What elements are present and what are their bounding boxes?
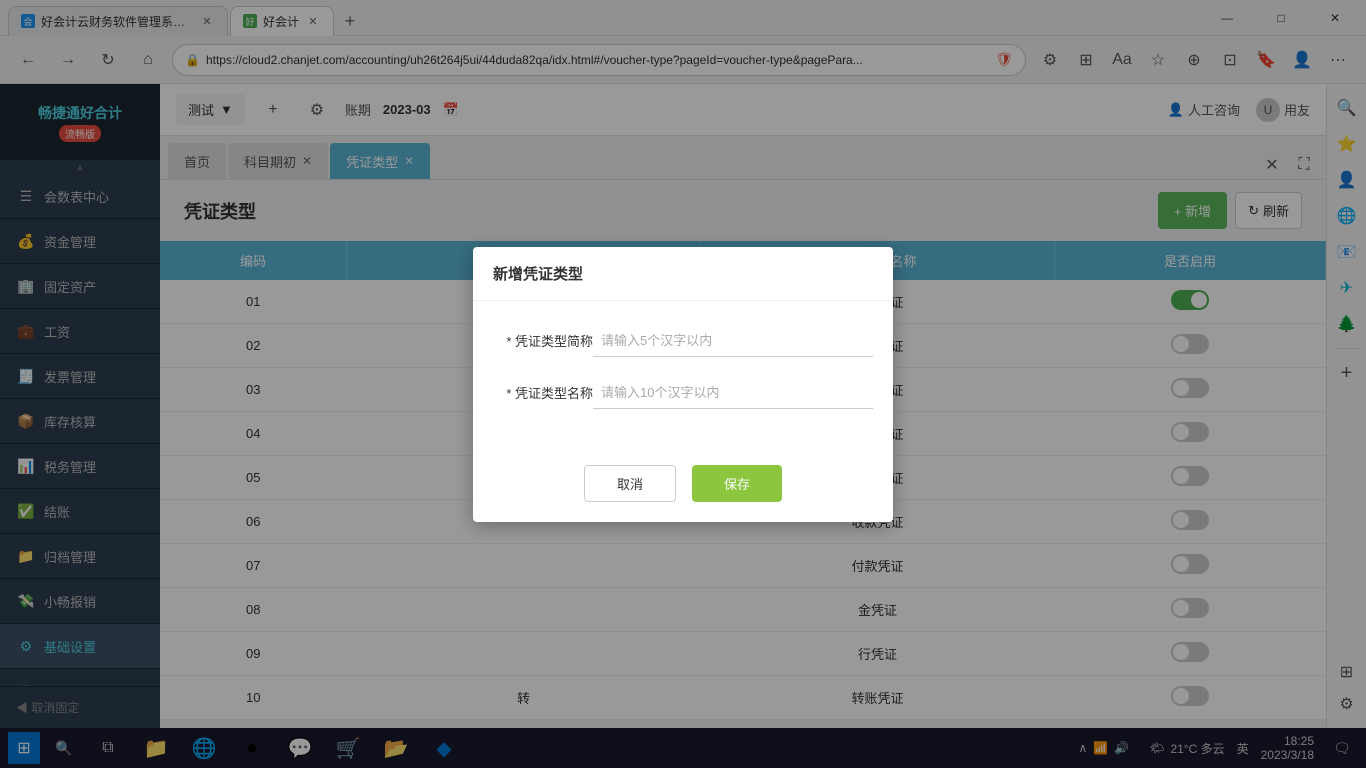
save-button[interactable]: 保存: [692, 465, 782, 502]
browser-frame: 会 好会计云财务软件管理系统_会计 ✕ 好 好会计 ✕ + — □ ✕ ← → …: [0, 0, 1366, 768]
modal-title: 新增凭证类型: [493, 266, 583, 283]
short-input[interactable]: [593, 325, 873, 357]
name-label: * 凭证类型名称: [493, 383, 593, 402]
form-row-short: * 凭证类型简称: [493, 325, 873, 357]
cancel-button[interactable]: 取消: [584, 465, 676, 502]
name-input[interactable]: [593, 377, 873, 409]
add-voucher-modal: 新增凭证类型 * 凭证类型简称 * 凭证类型名称 取消 保存: [473, 247, 893, 522]
modal-overlay: 新增凭证类型 * 凭证类型简称 * 凭证类型名称 取消 保存: [0, 0, 1366, 768]
modal-footer: 取消 保存: [473, 453, 893, 522]
short-label: * 凭证类型简称: [493, 331, 593, 350]
modal-body: * 凭证类型简称 * 凭证类型名称: [473, 301, 893, 453]
form-row-name: * 凭证类型名称: [493, 377, 873, 409]
modal-header: 新增凭证类型: [473, 247, 893, 301]
